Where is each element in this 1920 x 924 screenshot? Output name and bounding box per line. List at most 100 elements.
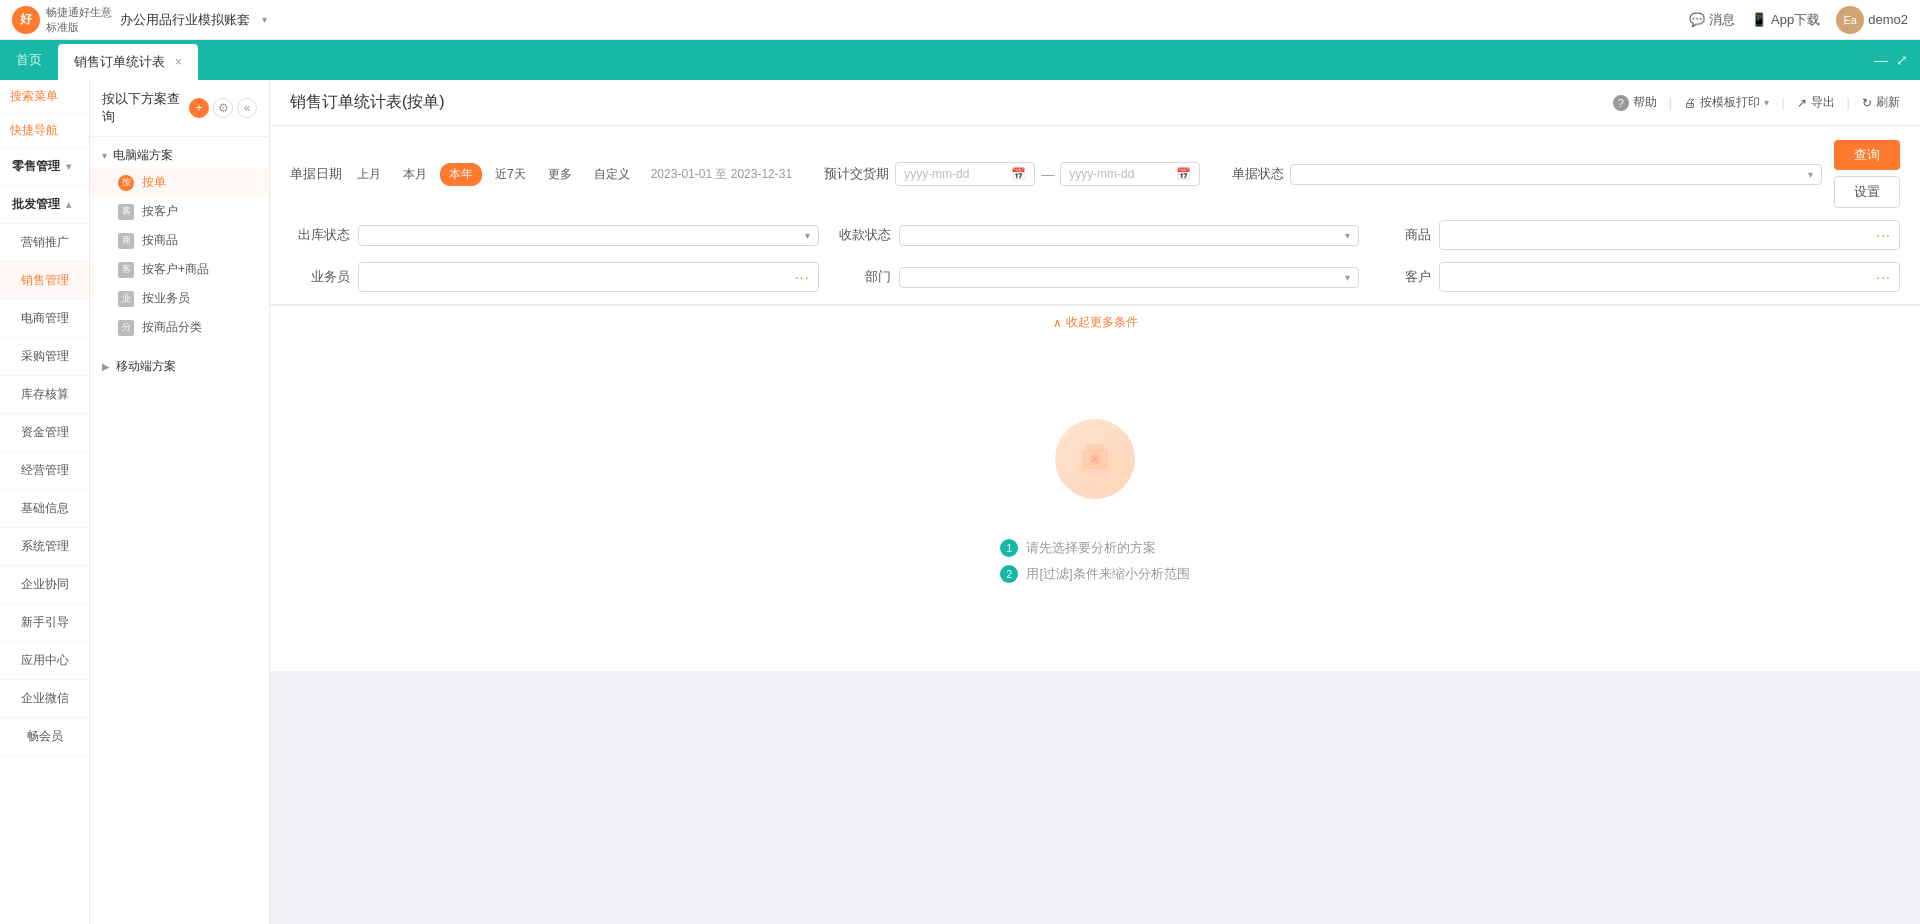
filter-department: 部门 ▾ (831, 262, 1360, 292)
sidebar-item-retail[interactable]: 零售管理 ▾ (0, 148, 89, 186)
date-btn-this-year[interactable]: 本年 (440, 163, 482, 186)
sidebar-item-marketing[interactable]: 营销推广 (0, 224, 89, 262)
empty-tip-1: 1 请先选择要分析的方案 (1000, 539, 1189, 557)
print-btn[interactable]: 🖨 按模板打印 ▾ (1684, 94, 1769, 111)
main-content: 销售订单统计表(按单) ? 帮助 | 🖨 按模板打印 ▾ | ↗ (270, 80, 1920, 924)
scheme-item-by-customer-product[interactable]: 客 按客户+商品 (90, 255, 269, 284)
sidebar-item-app-center[interactable]: 应用中心 (0, 642, 89, 680)
tab-home[interactable]: 首页 (0, 40, 58, 80)
tab-maximize-btn[interactable]: ⤢ (1896, 52, 1908, 68)
status-select[interactable]: ▾ (1290, 164, 1822, 185)
sidebar-item-wholesale[interactable]: 批发管理 ▴ (0, 186, 89, 224)
sidebar-item-operations[interactable]: 经营管理 (0, 452, 89, 490)
export-label: 导出 (1811, 94, 1835, 111)
sidebar: 搜索菜单 快捷导航 零售管理 ▾ 批发管理 ▴ 营销推广 销售管理 电商管理 采… (0, 80, 90, 924)
sidebar-item-app-center-label: 应用中心 (21, 652, 69, 669)
tip-num-1: 1 (1000, 539, 1018, 557)
system-dropdown-arrow[interactable]: ▾ (262, 14, 267, 25)
sidebar-item-wholesale-label: 批发管理 (12, 196, 60, 213)
date-separator: — (1041, 167, 1054, 182)
tab-minimize-btn[interactable]: — (1874, 52, 1888, 68)
page-header: 销售订单统计表(按单) ? 帮助 | 🖨 按模板打印 ▾ | ↗ (270, 80, 1920, 126)
scheme-item-by-product-category-label: 按商品分类 (142, 319, 202, 336)
tab-close-btn[interactable]: × (175, 55, 182, 69)
export-btn[interactable]: ↗ 导出 (1797, 94, 1835, 111)
payment-status-label: 收款状态 (831, 226, 891, 244)
department-select[interactable]: ▾ (899, 267, 1360, 288)
settings-btn[interactable]: 设置 (1834, 176, 1900, 208)
customer-input[interactable]: ··· (1439, 262, 1900, 292)
scheme-panel-header: 按以下方案查询 + ⚙ « (90, 80, 269, 137)
sidebar-item-system[interactable]: 系统管理 (0, 528, 89, 566)
sidebar-item-inventory[interactable]: 库存核算 (0, 376, 89, 414)
calendar-icon-end: 📅 (1176, 167, 1191, 181)
scheme-item-by-customer[interactable]: 客 按客户 (90, 197, 269, 226)
sidebar-item-sales-label: 销售管理 (21, 272, 69, 289)
scheme-settings-btn[interactable]: ⚙ (213, 98, 233, 118)
print-dropdown-arrow[interactable]: ▾ (1764, 97, 1769, 108)
salesperson-label: 业务员 (290, 268, 350, 286)
sidebar-item-member[interactable]: 畅会员 (0, 718, 89, 756)
sidebar-item-sales[interactable]: 销售管理 (0, 262, 89, 300)
date-btn-custom[interactable]: 自定义 (585, 163, 639, 186)
scheme-item-by-order[interactable]: 按 按单 (90, 168, 269, 197)
product-label: 商品 (1371, 226, 1431, 244)
scheme-group-mobile-title[interactable]: ▶ 移动端方案 (90, 354, 269, 379)
sidebar-item-enterprise[interactable]: 企业协同 (0, 566, 89, 604)
filter-row-1: 单据日期 上月 本月 本年 近7天 更多 自定义 2023-01-01 至 20… (290, 140, 1900, 208)
expected-date-end[interactable]: yyyy-mm-dd 📅 (1060, 162, 1200, 186)
payment-status-select[interactable]: ▾ (899, 225, 1360, 246)
sidebar-item-purchase[interactable]: 采购管理 (0, 338, 89, 376)
empty-state: 1 请先选择要分析的方案 2 用[过滤]条件来缩小分析范围 (270, 339, 1920, 671)
scheme-add-btn[interactable]: + (189, 98, 209, 118)
filter-wrapper: 单据日期 上月 本月 本年 近7天 更多 自定义 2023-01-01 至 20… (270, 126, 1920, 339)
scheme-item-by-product-category[interactable]: 分 按商品分类 (90, 313, 269, 342)
sidebar-item-finance[interactable]: 资金管理 (0, 414, 89, 452)
scheme-panel-title: 按以下方案查询 (102, 90, 183, 126)
date-btn-7days[interactable]: 近7天 (486, 163, 535, 186)
customer-label: 客户 (1371, 268, 1431, 286)
collapse-bar[interactable]: ∧ 收起更多条件 (270, 305, 1920, 339)
delivery-status-select[interactable]: ▾ (358, 225, 819, 246)
scheme-item-by-customer-icon: 客 (118, 204, 134, 220)
help-btn[interactable]: ? 帮助 (1613, 94, 1657, 111)
logo-area: 好 畅捷通好生意 标准版 (12, 5, 112, 34)
scheme-item-by-product[interactable]: 商 按商品 (90, 226, 269, 255)
sidebar-item-wechat-label: 企业微信 (21, 690, 69, 707)
user-menu[interactable]: Ea demo2 (1836, 6, 1908, 34)
scheme-panel-actions: + ⚙ « (189, 98, 257, 118)
sidebar-item-new-guide[interactable]: 新手引导 (0, 604, 89, 642)
sidebar-item-finance-label: 资金管理 (21, 424, 69, 441)
avatar: Ea (1836, 6, 1864, 34)
tab-home-label: 首页 (16, 51, 42, 69)
scheme-group-desktop-arrow: ▾ (102, 150, 107, 161)
app-download-icon: 📱 (1751, 12, 1767, 27)
expected-date-start[interactable]: yyyy-mm-dd 📅 (895, 162, 1035, 186)
date-btn-last-month[interactable]: 上月 (348, 163, 390, 186)
department-label: 部门 (831, 268, 891, 286)
scheme-group-desktop-title[interactable]: ▾ 电脑端方案 (90, 143, 269, 168)
app-download-label: App下载 (1771, 11, 1820, 29)
sidebar-item-wechat[interactable]: 企业微信 (0, 680, 89, 718)
date-btn-more[interactable]: 更多 (539, 163, 581, 186)
logo-text: 畅捷通好生意 标准版 (46, 5, 112, 34)
tab-sales-order-stats[interactable]: 销售订单统计表 × (58, 44, 198, 80)
scheme-group-mobile-arrow: ▶ (102, 361, 110, 372)
sidebar-quick-nav[interactable]: 快捷导航 (0, 114, 89, 148)
status-label: 单据状态 (1232, 165, 1284, 183)
scheme-item-by-order-icon: 按 (118, 175, 134, 191)
sidebar-item-ecommerce[interactable]: 电商管理 (0, 300, 89, 338)
message-btn[interactable]: 💬 消息 (1689, 11, 1735, 29)
sidebar-item-basic[interactable]: 基础信息 (0, 490, 89, 528)
message-label: 消息 (1709, 11, 1735, 29)
date-btn-this-month[interactable]: 本月 (394, 163, 436, 186)
refresh-btn[interactable]: ↻ 刷新 (1862, 94, 1900, 111)
scheme-item-by-salesperson[interactable]: 业 按业务员 (90, 284, 269, 313)
query-btn[interactable]: 查询 (1834, 140, 1900, 170)
scheme-collapse-btn[interactable]: « (237, 98, 257, 118)
sidebar-search[interactable]: 搜索菜单 (0, 80, 89, 114)
product-input[interactable]: ··· (1439, 220, 1900, 250)
salesperson-input[interactable]: ··· (358, 262, 819, 292)
top-bar-left: 好 畅捷通好生意 标准版 办公用品行业模拟账套 ▾ (12, 5, 267, 34)
app-download-btn[interactable]: 📱 App下载 (1751, 11, 1820, 29)
